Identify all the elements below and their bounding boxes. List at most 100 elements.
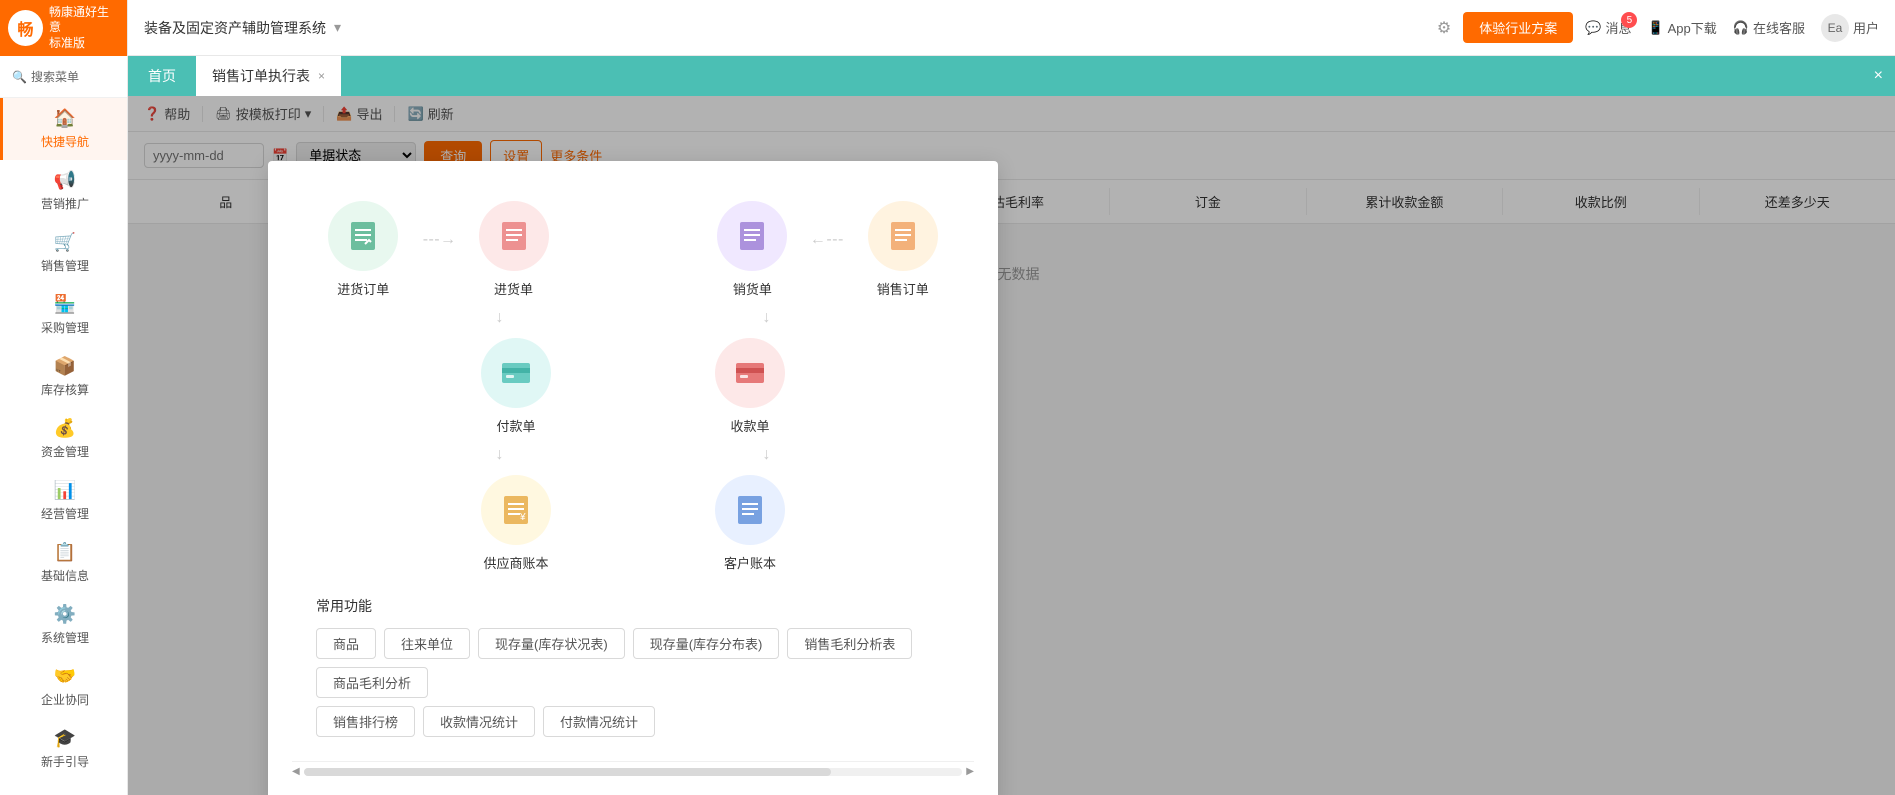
guide-icon: 🎓 bbox=[54, 728, 76, 749]
sales-bill-icon bbox=[717, 201, 787, 271]
sidebar-item-sales[interactable]: 🛒 销售管理 bbox=[0, 222, 127, 284]
app-download-btn[interactable]: 📱 App下载 bbox=[1647, 18, 1716, 37]
flow-item-sales-bill[interactable]: 销货单 bbox=[717, 201, 787, 298]
arrow-down-receipt: ↓ bbox=[732, 310, 802, 326]
tab-close-icon[interactable]: × bbox=[318, 69, 325, 83]
scrollbar-track[interactable] bbox=[304, 768, 963, 776]
search-menu-button[interactable]: 🔍 搜索菜单 bbox=[8, 64, 119, 89]
common-btn-sales-profit[interactable]: 销售毛利分析表 bbox=[787, 628, 912, 659]
arrow-left-1: - - - → bbox=[812, 231, 843, 249]
purchase-bill-icon bbox=[479, 201, 549, 271]
sales-icon: 🛒 bbox=[54, 232, 76, 253]
common-btns-row1: 商品 往来单位 现存量(库存状况表) 现存量(库存分布表) 销售毛利分析表 商品… bbox=[316, 628, 950, 698]
inventory-icon: 📦 bbox=[54, 356, 76, 377]
logo-text: 畅康通好生意 标准版 bbox=[49, 5, 119, 52]
flow-item-receipt[interactable]: 收款单 bbox=[715, 338, 785, 435]
flow-row-2: 付款单 收款单 bbox=[316, 338, 950, 435]
arrow-down-payment: ↓ bbox=[465, 310, 535, 326]
experience-btn[interactable]: 体验行业方案 bbox=[1463, 12, 1573, 43]
basic-info-icon: 📋 bbox=[54, 542, 76, 563]
flow-diagram: 进货订单 - - - → 进货单 bbox=[292, 185, 974, 596]
payment-icon bbox=[481, 338, 551, 408]
common-btn-receipt-stats[interactable]: 收款情况统计 bbox=[423, 706, 535, 737]
flow-item-purchase-order[interactable]: 进货订单 bbox=[328, 201, 398, 298]
receipt-icon bbox=[715, 338, 785, 408]
purchase-order-icon bbox=[328, 201, 398, 271]
tab-home[interactable]: 首页 bbox=[128, 56, 196, 96]
flow-arrows-down-row: ↓ ↓ bbox=[316, 306, 950, 330]
dropdown-icon[interactable]: ▾ bbox=[334, 19, 341, 36]
avatar: Ea bbox=[1821, 14, 1849, 42]
scrollbar-left-arrow[interactable]: ◀ bbox=[292, 766, 300, 777]
purchase-icon: 🏪 bbox=[54, 294, 76, 315]
sales-order-icon bbox=[868, 201, 938, 271]
sidebar-item-marketing[interactable]: 📢 营销推广 bbox=[0, 160, 127, 222]
logo-icon: 畅 bbox=[8, 10, 43, 46]
message-icon: 💬 bbox=[1585, 20, 1601, 36]
sidebar-item-basic-info[interactable]: 📋 基础信息 bbox=[0, 532, 127, 594]
sidebar-search[interactable]: 🔍 搜索菜单 bbox=[0, 56, 127, 98]
tab-sales-order[interactable]: 销售订单执行表 × bbox=[196, 56, 341, 96]
flow-arrows-down-row2: ↓ ↓ bbox=[316, 443, 950, 467]
gear-icon[interactable]: ⚙ bbox=[1437, 18, 1451, 38]
scrollbar-right-arrow[interactable]: ▶ bbox=[966, 766, 974, 777]
sidebar-item-finance[interactable]: 💰 资金管理 bbox=[0, 408, 127, 470]
modal-overlay[interactable]: 进货订单 - - - → 进货单 bbox=[128, 96, 1895, 795]
modal-scrollbar: ◀ ▶ bbox=[292, 761, 974, 781]
common-btn-product[interactable]: 商品 bbox=[316, 628, 376, 659]
user-btn[interactable]: Ea 用户 bbox=[1821, 14, 1879, 42]
content-area: ❓ 帮助 🖨 按模板打印 ▾ 📤 导出 🔄 刷新 bbox=[128, 96, 1895, 795]
sidebar-nav: 🏠 快捷导航 📢 营销推广 🛒 销售管理 🏪 采购管理 📦 库存核算 💰 bbox=[0, 98, 127, 795]
online-service-btn[interactable]: 🎧 在线客服 bbox=[1733, 18, 1805, 37]
common-btn-stock-status[interactable]: 现存量(库存状况表) bbox=[478, 628, 625, 659]
sidebar-item-system[interactable]: ⚙️ 系统管理 bbox=[0, 594, 127, 656]
scrollbar-thumb[interactable] bbox=[304, 768, 831, 776]
sidebar-item-purchase[interactable]: 🏪 采购管理 bbox=[0, 284, 127, 346]
sidebar-logo: 畅 畅康通好生意 标准版 bbox=[0, 0, 127, 56]
tabbar: 首页 销售订单执行表 × × bbox=[128, 56, 1895, 96]
flow-item-supplier-account[interactable]: ¥ 供应商账本 bbox=[481, 475, 551, 572]
sidebar: 畅 畅康通好生意 标准版 🔍 搜索菜单 🏠 快捷导航 📢 营销推广 🛒 bbox=[0, 0, 128, 795]
enterprise-icon: 🤝 bbox=[54, 666, 76, 687]
search-icon: 🔍 bbox=[12, 70, 27, 84]
operations-icon: 📊 bbox=[54, 480, 76, 501]
topbar-right: 💬 消息 5 📱 App下载 🎧 在线客服 Ea 用户 bbox=[1585, 14, 1879, 42]
flow-item-customer-account[interactable]: 客户账本 bbox=[715, 475, 785, 572]
flow-item-payment[interactable]: 付款单 bbox=[481, 338, 551, 435]
sidebar-item-inventory[interactable]: 📦 库存核算 bbox=[0, 346, 127, 408]
tabbar-close-btn[interactable]: × bbox=[1874, 67, 1895, 85]
common-btn-contact[interactable]: 往来单位 bbox=[384, 628, 470, 659]
topbar: 装备及固定资产辅助管理系统 ▾ ⚙ 体验行业方案 💬 消息 5 📱 App下载 … bbox=[128, 0, 1895, 56]
supplier-account-icon: ¥ bbox=[481, 475, 551, 545]
customer-account-icon bbox=[715, 475, 785, 545]
flow-item-purchase-bill[interactable]: 进货单 bbox=[479, 201, 549, 298]
sidebar-item-enterprise[interactable]: 🤝 企业协同 bbox=[0, 656, 127, 718]
common-btn-product-profit[interactable]: 商品毛利分析 bbox=[316, 667, 428, 698]
arrow-right-1: - - - → bbox=[423, 231, 454, 249]
service-icon: 🎧 bbox=[1733, 20, 1749, 36]
system-title: 装备及固定资产辅助管理系统 ▾ bbox=[144, 18, 1425, 38]
marketing-icon: 📢 bbox=[54, 170, 76, 191]
common-btn-stock-dist[interactable]: 现存量(库存分布表) bbox=[633, 628, 780, 659]
modal: 进货订单 - - - → 进货单 bbox=[268, 161, 998, 795]
arrow-down-supplier: ↓ bbox=[465, 447, 535, 463]
system-icon: ⚙️ bbox=[54, 604, 76, 625]
arrow-down-customer: ↓ bbox=[732, 447, 802, 463]
common-btn-payment-stats[interactable]: 付款情况统计 bbox=[543, 706, 655, 737]
common-btn-sales-rank[interactable]: 销售排行榜 bbox=[316, 706, 415, 737]
svg-text:¥: ¥ bbox=[519, 512, 526, 523]
common-functions: 常用功能 商品 往来单位 现存量(库存状况表) 现存量(库存分布表) 销售毛利分… bbox=[292, 596, 974, 761]
message-btn[interactable]: 💬 消息 5 bbox=[1585, 18, 1631, 37]
sidebar-item-guide[interactable]: 🎓 新手引导 bbox=[0, 718, 127, 780]
common-btns-row2: 销售排行榜 收款情况统计 付款情况统计 bbox=[316, 706, 950, 737]
sidebar-item-operations[interactable]: 📊 经营管理 bbox=[0, 470, 127, 532]
home-icon: 🏠 bbox=[54, 108, 76, 129]
common-functions-title: 常用功能 bbox=[316, 596, 950, 616]
sidebar-item-quick-nav[interactable]: 🏠 快捷导航 bbox=[0, 98, 127, 160]
download-icon: 📱 bbox=[1647, 20, 1663, 36]
flow-item-sales-order[interactable]: 销售订单 bbox=[868, 201, 938, 298]
flow-row-3: ¥ 供应商账本 客户账本 bbox=[316, 475, 950, 572]
flow-row-1: 进货订单 - - - → 进货单 bbox=[316, 201, 950, 298]
finance-icon: 💰 bbox=[54, 418, 76, 439]
main-area: 装备及固定资产辅助管理系统 ▾ ⚙ 体验行业方案 💬 消息 5 📱 App下载 … bbox=[128, 0, 1895, 795]
